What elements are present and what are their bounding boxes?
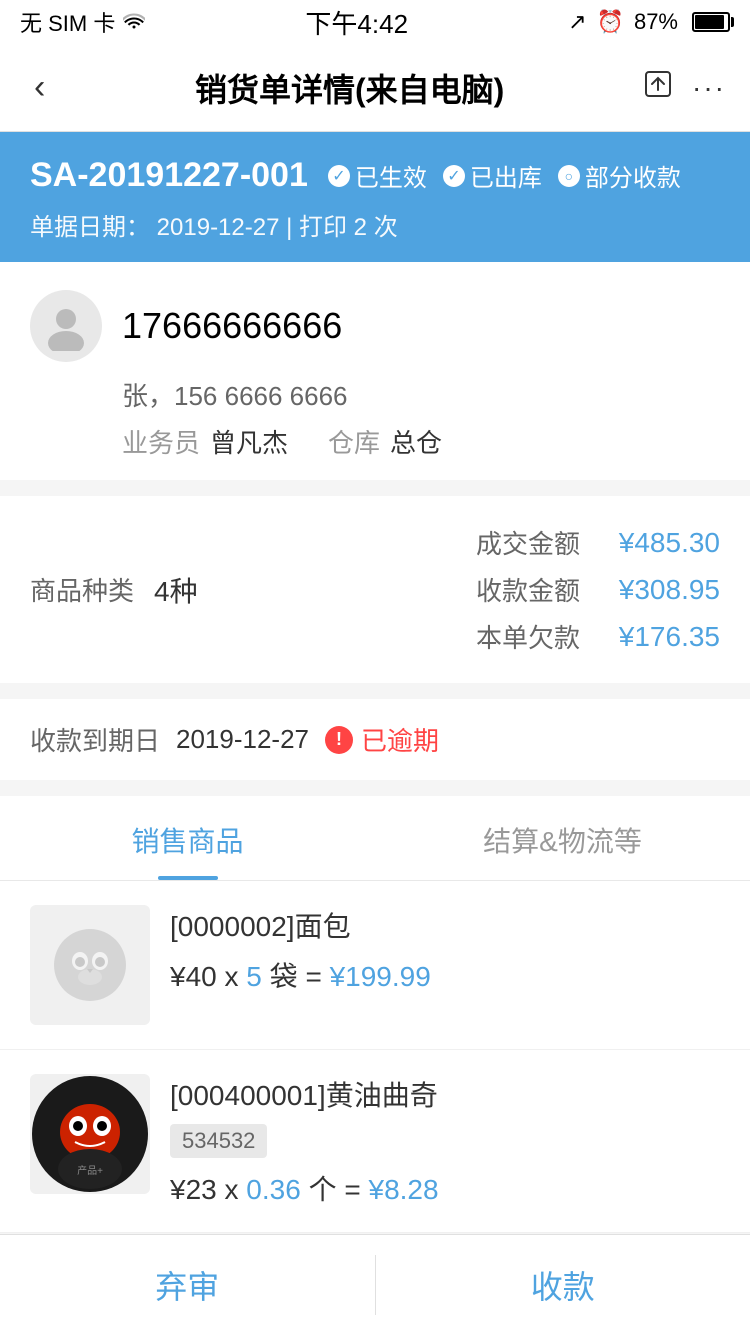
status-partial-payment: ○ 部分收款	[558, 158, 681, 193]
product-eq-2: =	[344, 1174, 368, 1205]
product-type-label: 商品种类	[30, 571, 134, 608]
product-eq-1: =	[305, 961, 329, 992]
product-info-2: [000400001]黄油曲奇 534532 ¥23 x 0.36 个 = ¥8…	[170, 1074, 720, 1208]
salesperson-label: 业务员	[122, 423, 200, 460]
customer-name: 张，156 6666 6666	[30, 376, 720, 413]
status-bar: 无 SIM 卡 下午4:42 ↗ ⏰ 87%	[0, 0, 750, 44]
product-name-2: [000400001]黄油曲奇	[170, 1074, 720, 1114]
svg-text:产品+: 产品+	[77, 1164, 103, 1177]
product-qty-2: 0.36	[246, 1174, 301, 1205]
customer-id: 17666666666	[122, 305, 342, 347]
customer-top: 17666666666	[30, 290, 720, 362]
amounts-right: 成交金额 ¥485.30 收款金额 ¥308.95 本单欠款 ¥176.35	[476, 524, 720, 655]
clock-icon: ○	[558, 165, 580, 187]
customer-extra: 业务员 曾凡杰 仓库 总仓	[30, 423, 720, 460]
product-info-1: [0000002]面包 ¥40 x 5 袋 = ¥199.99	[170, 905, 720, 995]
back-button[interactable]: ‹	[24, 58, 55, 117]
status-time: 下午4:42	[305, 4, 408, 41]
amounts-section: 商品种类 4种 成交金额 ¥485.30 收款金额 ¥308.95 本单欠款 ¥…	[0, 496, 750, 683]
deal-amount-label: 成交金额	[476, 524, 580, 561]
tab-sales-products[interactable]: 销售商品	[0, 796, 375, 880]
overdue-badge: ! 已逾期	[325, 721, 439, 758]
warehouse-label: 仓库	[328, 423, 380, 460]
product-total-2: ¥8.28	[369, 1174, 439, 1205]
reject-button[interactable]: 弃审	[0, 1235, 375, 1334]
bottom-bar: 弃审 收款	[0, 1234, 750, 1334]
warehouse-info: 仓库 总仓	[328, 423, 442, 460]
location-icon: ↗	[568, 9, 586, 35]
received-amount-line: 收款金额 ¥308.95	[476, 571, 720, 608]
alarm-icon: ⏰	[597, 9, 624, 35]
share-button[interactable]	[644, 70, 672, 106]
products-section: [0000002]面包 ¥40 x 5 袋 = ¥199.99	[0, 881, 750, 1233]
tab-settlement-logistics[interactable]: 结算&物流等	[375, 796, 750, 880]
product-item: [0000002]面包 ¥40 x 5 袋 = ¥199.99	[0, 881, 750, 1050]
debt-label: 本单欠款	[476, 618, 580, 655]
overdue-text: 已逾期	[361, 721, 439, 758]
customer-section: 17666666666 张，156 6666 6666 业务员 曾凡杰 仓库 总…	[0, 262, 750, 480]
nav-bar: ‹ 销货单详情(来自电脑) ···	[0, 44, 750, 132]
order-date: 单据日期： 2019-12-27 | 打印 2 次	[30, 207, 720, 242]
deal-amount-line: 成交金额 ¥485.30	[476, 524, 720, 561]
product-qty-1: 5	[246, 961, 262, 992]
deal-amount-value: ¥485.30	[600, 527, 720, 559]
customer-avatar	[30, 290, 102, 362]
salesperson-info: 业务员 曾凡杰	[122, 423, 288, 460]
battery-icon	[692, 12, 730, 32]
battery-text: 87%	[634, 9, 678, 35]
received-value: ¥308.95	[600, 574, 720, 606]
overdue-icon: !	[325, 726, 353, 754]
received-label: 收款金额	[476, 571, 580, 608]
status-effective: ✓ 已生效	[328, 158, 427, 193]
check-icon-1: ✓	[328, 165, 350, 187]
order-header: SA-20191227-001 ✓ 已生效 ✓ 已出库 ○ 部分收款 单据日期：…	[0, 132, 750, 262]
product-type-value: 4种	[154, 570, 198, 610]
status-badges: ✓ 已生效 ✓ 已出库 ○ 部分收款	[328, 158, 681, 193]
due-section: 收款到期日 2019-12-27 ! 已逾期	[0, 699, 750, 780]
product-sku-2: 534532	[170, 1124, 267, 1158]
page-title: 销货单详情(来自电脑)	[195, 65, 504, 111]
product-x-2: x	[225, 1174, 247, 1205]
product-price-2: ¥23 x 0.36 个 = ¥8.28	[170, 1168, 720, 1208]
tabs-section: 销售商品 结算&物流等	[0, 796, 750, 881]
product-x-1: x	[225, 961, 247, 992]
product-unit-1: 袋	[270, 961, 298, 992]
check-icon-2: ✓	[443, 165, 465, 187]
product-image-1	[30, 905, 150, 1025]
amounts-left: 商品种类 4种	[30, 570, 198, 610]
debt-value: ¥176.35	[600, 621, 720, 653]
carrier-info: 无 SIM 卡	[20, 6, 145, 38]
order-number: SA-20191227-001	[30, 156, 308, 195]
product-item-2: 产品+ [000400001]黄油曲奇 534532 ¥23 x 0.36 个 …	[0, 1050, 750, 1233]
collect-button[interactable]: 收款	[376, 1235, 750, 1334]
product-placeholder-1	[30, 905, 150, 1025]
debt-amount-line: 本单欠款 ¥176.35	[476, 618, 720, 655]
amounts-row: 商品种类 4种 成交金额 ¥485.30 收款金额 ¥308.95 本单欠款 ¥…	[30, 524, 720, 655]
salesperson-value: 曾凡杰	[210, 423, 288, 460]
product-price-1: ¥40 x 5 袋 = ¥199.99	[170, 955, 720, 995]
product-name-1: [0000002]面包	[170, 905, 720, 945]
carrier-text: 无 SIM 卡	[20, 6, 115, 38]
product-unit-2: 个	[309, 1174, 337, 1205]
status-shipped: ✓ 已出库	[443, 158, 542, 193]
nav-actions: ···	[644, 70, 726, 106]
product-total-1: ¥199.99	[330, 961, 431, 992]
product-price-text-1: ¥40	[170, 961, 217, 992]
tabs-row: 销售商品 结算&物流等	[0, 796, 750, 881]
more-button[interactable]: ···	[692, 72, 726, 104]
due-label: 收款到期日	[30, 721, 160, 758]
product-price-text-2: ¥23	[170, 1174, 217, 1205]
wifi-icon	[123, 9, 145, 35]
status-right: ↗ ⏰ 87%	[568, 9, 730, 35]
product-image-2: 产品+	[30, 1074, 150, 1194]
due-date-value: 2019-12-27	[176, 724, 309, 755]
warehouse-value: 总仓	[390, 423, 442, 460]
